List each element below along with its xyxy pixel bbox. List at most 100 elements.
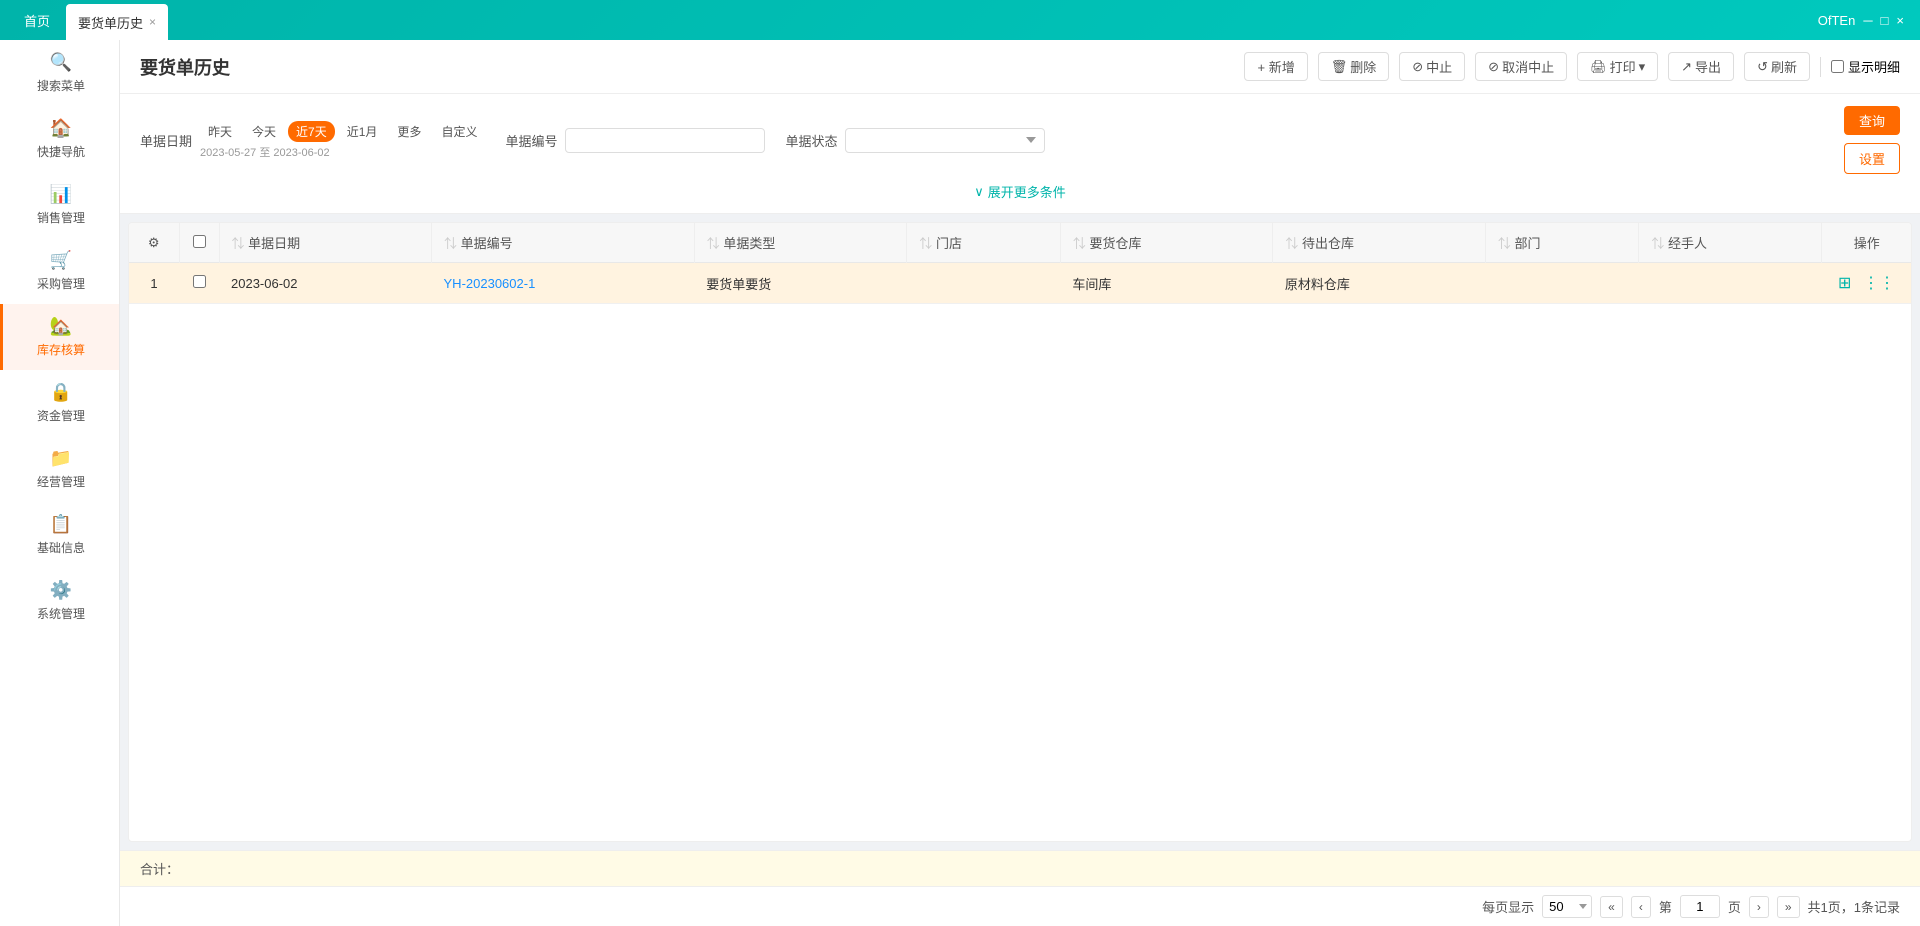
search-icon: 🔍: [50, 52, 72, 73]
per-page-select[interactable]: 50 10 20 100: [1542, 895, 1592, 918]
sort-icon: ⇅: [232, 236, 245, 251]
sidebar-item-operation[interactable]: 📁 经营管理: [0, 436, 119, 502]
sidebar-item-finance[interactable]: 🔒 资金管理: [0, 370, 119, 436]
col-req-warehouse: ⇅ 要货仓库: [1060, 223, 1273, 263]
tab-home[interactable]: 首页: [8, 0, 66, 40]
last-page-btn[interactable]: »: [1777, 896, 1800, 918]
table-header-row: ⚙ ⇅ 单据日期 ⇅ 单据编号 ⇅ 单据类型: [129, 223, 1911, 263]
sort-icon-8: ⇅: [1651, 236, 1664, 251]
page-input[interactable]: [1680, 895, 1720, 918]
row-num: 1: [129, 263, 179, 304]
row-store: [907, 263, 1061, 304]
row-pending-warehouse: 原材料仓库: [1273, 263, 1486, 304]
row-checkbox[interactable]: [179, 263, 219, 304]
row-ops: ⊞ ⋮⋮: [1822, 263, 1911, 304]
pill-1month[interactable]: 近1月: [339, 121, 386, 142]
per-page-label: 每页显示: [1482, 897, 1534, 916]
status-select[interactable]: [845, 128, 1045, 153]
brand-label: OfTEn: [1818, 13, 1856, 28]
display-detail-checkbox-group[interactable]: 显示明细: [1831, 57, 1900, 76]
pill-custom[interactable]: 自定义: [433, 121, 485, 142]
basic-info-icon: 📋: [50, 514, 72, 535]
doc-number-label: 单据编号: [505, 131, 557, 150]
sidebar-item-system[interactable]: ⚙️ 系统管理: [0, 568, 119, 634]
sidebar-item-inventory[interactable]: 🏡 库存核算: [0, 304, 119, 370]
delete-button[interactable]: 🗑 删除: [1318, 52, 1390, 81]
content-area: 要货单历史 + 新增 🗑 删除 ⊘ 中止 ⊘ 取消中止 🖨 打印: [120, 40, 1920, 926]
stop-icon: ⊘: [1412, 59, 1423, 75]
page-title: 要货单历史: [140, 54, 230, 80]
cancel-stop-icon: ⊘: [1488, 59, 1499, 75]
print-button[interactable]: 🖨 打印 ▾: [1577, 52, 1658, 81]
delete-icon: 🗑: [1331, 59, 1348, 75]
next-page-btn[interactable]: ›: [1749, 896, 1769, 918]
row-more-btn[interactable]: ⋮⋮: [1859, 271, 1899, 295]
print-chevron-icon: ▾: [1639, 59, 1646, 75]
sidebar-label-finance: 资金管理: [37, 407, 85, 424]
sidebar-item-purchase[interactable]: 🛒 采购管理: [0, 238, 119, 304]
cancel-stop-button[interactable]: ⊘ 取消中止: [1475, 52, 1567, 81]
col-doc-no: ⇅ 单据编号: [432, 223, 695, 263]
new-button[interactable]: + 新增: [1244, 52, 1307, 81]
doc-number-input[interactable]: [565, 128, 765, 153]
row-select-checkbox[interactable]: [193, 275, 206, 288]
expand-more-label: 展开更多条件: [988, 182, 1066, 201]
sort-icon-4: ⇅: [919, 236, 932, 251]
tab-close-icon[interactable]: ×: [149, 15, 156, 29]
date-range-display: 2023-05-27 至 2023-06-02: [200, 144, 485, 160]
sidebar-item-search[interactable]: 🔍 搜索菜单: [0, 40, 119, 106]
refresh-button[interactable]: ↺ 刷新: [1744, 52, 1810, 81]
sidebar-item-sales[interactable]: 📊 销售管理: [0, 172, 119, 238]
row-department: [1485, 263, 1639, 304]
filter-area: 单据日期 昨天 今天 近7天 近1月 更多 自定义 2023-05-27 至 2…: [120, 94, 1920, 214]
pill-more[interactable]: 更多: [389, 121, 429, 142]
col-department: ⇅ 部门: [1485, 223, 1639, 263]
date-pills: 昨天 今天 近7天 近1月 更多 自定义: [200, 121, 485, 142]
row-date: 2023-06-02: [219, 263, 432, 304]
doc-no-link[interactable]: YH-20230602-1: [444, 276, 536, 291]
query-button[interactable]: 查询: [1844, 106, 1900, 135]
pill-today[interactable]: 今天: [244, 121, 284, 142]
sidebar-label-operation: 经营管理: [37, 473, 85, 490]
window-close-btn[interactable]: ×: [1896, 13, 1904, 28]
col-date: ⇅ 单据日期: [219, 223, 432, 263]
tab-active-label: 要货单历史: [78, 13, 143, 32]
table-wrapper: ⚙ ⇅ 单据日期 ⇅ 单据编号 ⇅ 单据类型: [128, 222, 1912, 842]
prev-page-btn[interactable]: ‹: [1631, 896, 1651, 918]
col-settings[interactable]: ⚙: [129, 223, 179, 263]
export-button[interactable]: ↗ 导出: [1668, 52, 1734, 81]
chevron-down-icon: ∨: [974, 184, 984, 200]
display-detail-checkbox[interactable]: [1831, 60, 1844, 73]
row-doc-no[interactable]: YH-20230602-1: [432, 263, 695, 304]
doc-number-filter-group: 单据编号: [505, 128, 765, 153]
row-view-btn[interactable]: ⊞: [1834, 271, 1855, 295]
row-doc-type: 要货单要货: [694, 263, 907, 304]
window-min-btn[interactable]: ─: [1863, 13, 1872, 28]
pill-yesterday[interactable]: 昨天: [200, 121, 240, 142]
first-page-btn[interactable]: «: [1600, 896, 1623, 918]
col-store: ⇅ 门店: [907, 223, 1061, 263]
window-max-btn[interactable]: □: [1881, 13, 1889, 28]
sidebar-item-basic-info[interactable]: 📋 基础信息: [0, 502, 119, 568]
stop-button[interactable]: ⊘ 中止: [1399, 52, 1465, 81]
status-label: 单据状态: [785, 131, 837, 150]
sidebar-item-quick-nav[interactable]: 🏠 快捷导航: [0, 106, 119, 172]
col-checkbox[interactable]: [179, 223, 219, 263]
filter-row: 单据日期 昨天 今天 近7天 近1月 更多 自定义 2023-05-27 至 2…: [140, 106, 1900, 174]
sort-icon-3: ⇅: [707, 236, 720, 251]
date-filter-group: 单据日期 昨天 今天 近7天 近1月 更多 自定义 2023-05-27 至 2…: [140, 121, 485, 160]
col-pending-warehouse: ⇅ 待出仓库: [1273, 223, 1486, 263]
select-all-checkbox[interactable]: [193, 235, 206, 248]
settings-button[interactable]: 设置: [1844, 143, 1900, 174]
tab-active[interactable]: 要货单历史 ×: [66, 4, 168, 40]
sidebar-label-purchase: 采购管理: [37, 275, 85, 292]
pill-7days[interactable]: 近7天: [288, 121, 335, 142]
top-bar-right: OfTEn ─ □ ×: [1818, 13, 1912, 28]
expand-more-btn[interactable]: ∨ 展开更多条件: [140, 182, 1900, 201]
sidebar-label-basic-info: 基础信息: [37, 539, 85, 556]
sidebar-label-search: 搜索菜单: [37, 77, 85, 94]
finance-icon: 🔒: [50, 382, 72, 403]
toolbar-divider: [1820, 57, 1821, 77]
sidebar-label-sales: 销售管理: [37, 209, 85, 226]
operation-icon: 📁: [50, 448, 72, 469]
